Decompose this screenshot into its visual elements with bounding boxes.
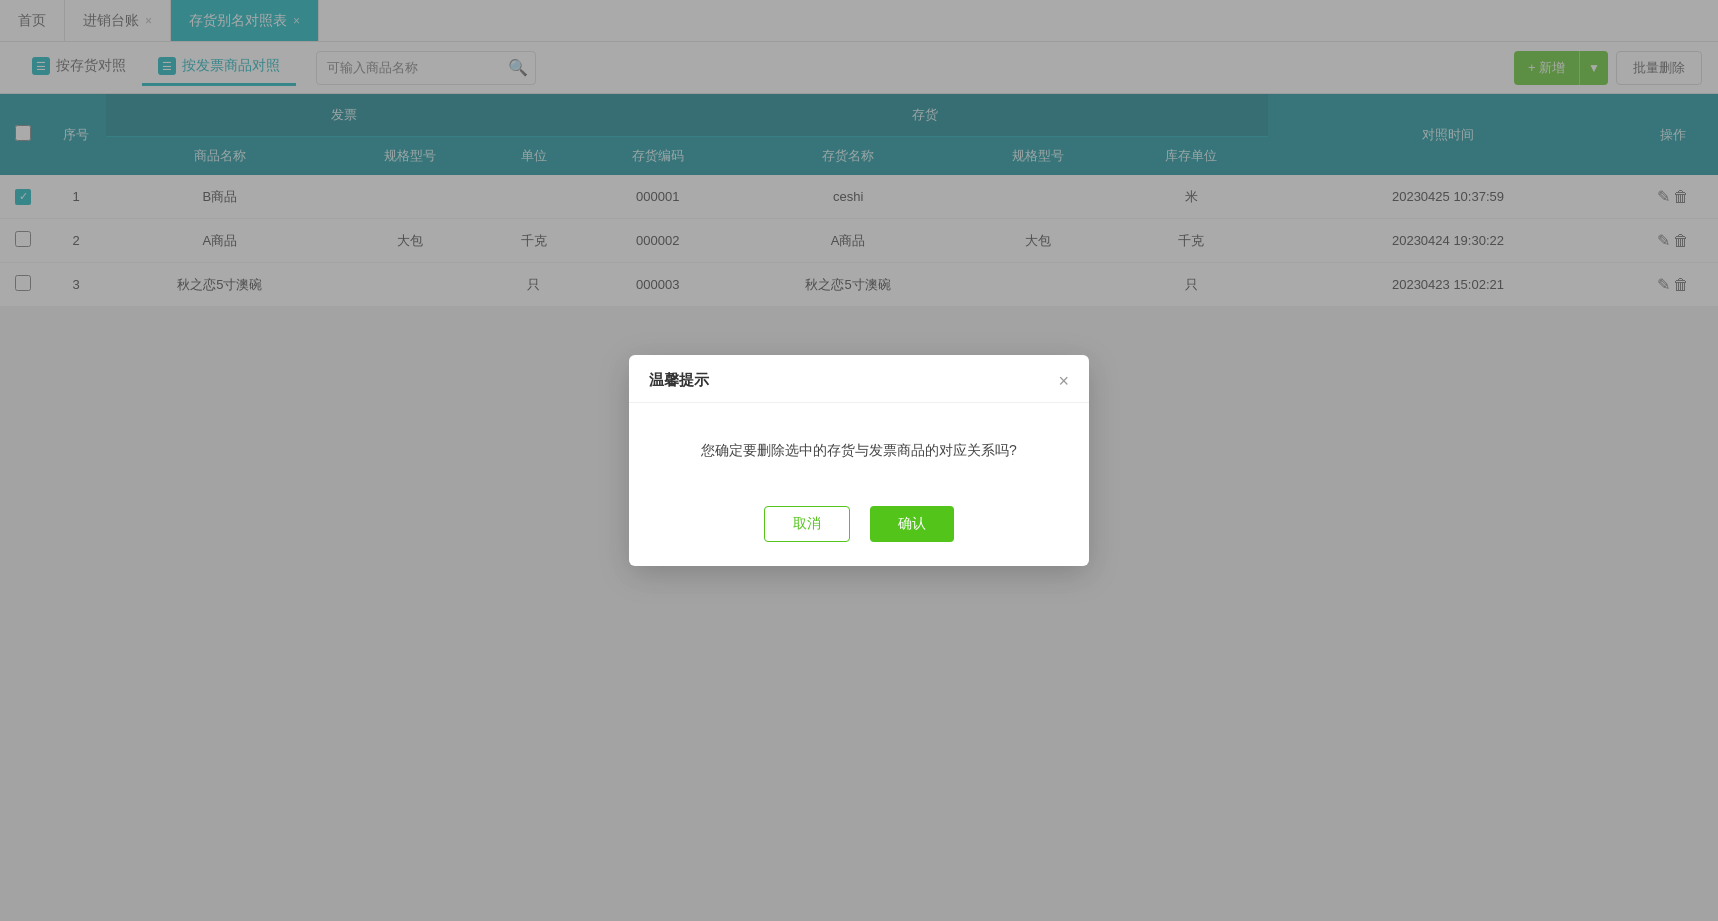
modal-overlay: 温馨提示 × 您确定要删除选中的存货与发票商品的对应关系吗? 取消 确认	[0, 0, 1718, 307]
